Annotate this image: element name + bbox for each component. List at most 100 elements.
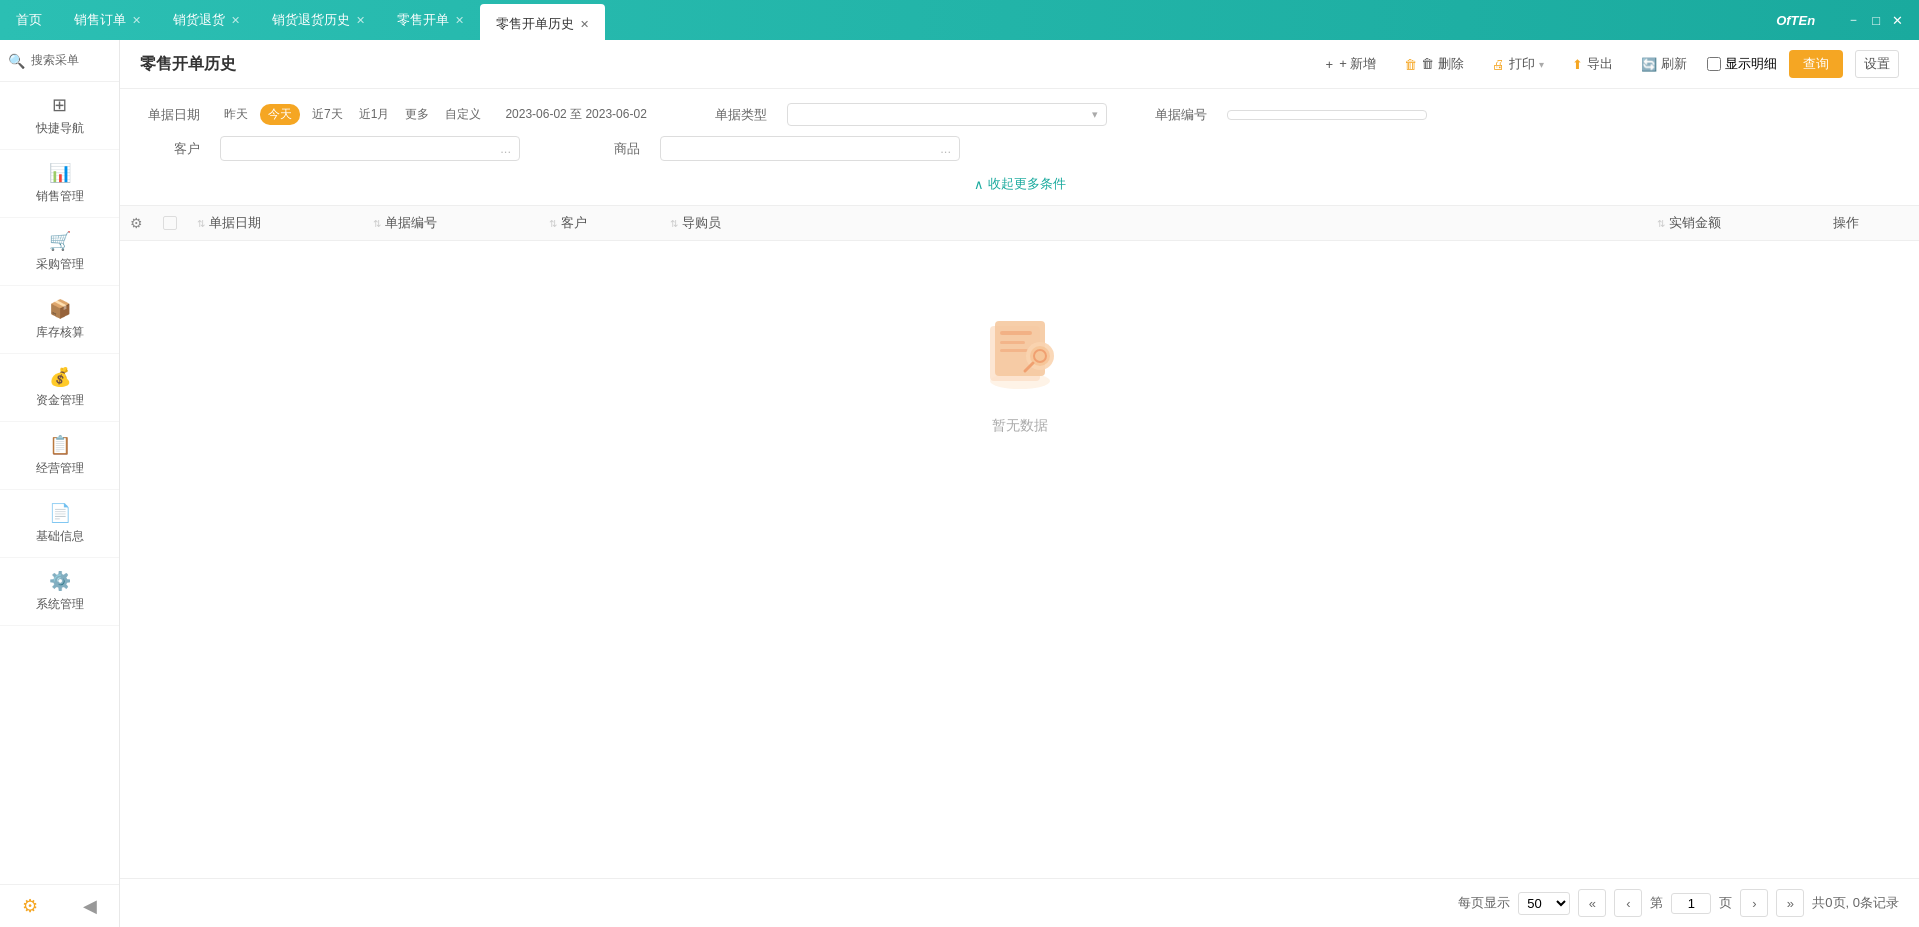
sidebar-label-basic-info: 基础信息	[36, 528, 84, 545]
next-page-icon: ›	[1752, 896, 1756, 911]
doc-type-arrow-icon: ▾	[1092, 108, 1098, 121]
print-arrow-icon: ▾	[1539, 59, 1544, 70]
sidebar-label-sales-mgmt: 销售管理	[36, 188, 84, 205]
sort-date-icon[interactable]: ⇅	[197, 218, 205, 229]
th-customer: ⇅ 客户	[539, 206, 660, 241]
sort-salesperson-icon[interactable]: ⇅	[670, 218, 678, 229]
add-button[interactable]: + + 新增	[1318, 51, 1385, 77]
sidebar-item-finance[interactable]: 💰资金管理	[0, 354, 119, 422]
tab-close-sales-order[interactable]: ✕	[132, 14, 141, 27]
minimize-btn[interactable]: －	[1847, 11, 1860, 29]
close-btn[interactable]: ✕	[1892, 13, 1903, 28]
settings-button[interactable]: 设置	[1855, 50, 1899, 78]
maximize-btn[interactable]: □	[1872, 13, 1880, 28]
collapse-icon: ∧	[974, 177, 984, 192]
last-page-btn[interactable]: »	[1776, 889, 1804, 917]
date-opt-last1m[interactable]: 近1月	[355, 104, 394, 125]
sidebar-bottom: ⚙ ◀	[0, 884, 119, 927]
show-detail-checkbox[interactable]	[1707, 57, 1721, 71]
th-no-label: 单据编号	[385, 214, 437, 232]
settings-icon[interactable]: ⚙	[22, 895, 38, 917]
sidebar-item-sys-mgmt[interactable]: ⚙️系统管理	[0, 558, 119, 626]
empty-text: 暂无数据	[992, 417, 1048, 435]
tab-close-retail-open-history[interactable]: ✕	[580, 18, 589, 31]
search-label: 搜索采单	[31, 52, 79, 69]
print-button[interactable]: 🖨 打印 ▾	[1484, 51, 1552, 77]
top-bar: 首页销售订单✕销货退货✕销货退货历史✕零售开单✕零售开单历史✕ OfTEn － …	[0, 0, 1919, 40]
tab-close-retail-open[interactable]: ✕	[455, 14, 464, 27]
th-amount-label: 实销金额	[1669, 214, 1721, 232]
collapse-sidebar-icon[interactable]: ◀	[83, 895, 97, 917]
customer-dots-icon: ...	[500, 141, 511, 156]
first-page-btn[interactable]: «	[1578, 889, 1606, 917]
select-all-checkbox[interactable]	[163, 216, 177, 230]
sort-customer-icon[interactable]: ⇅	[549, 218, 557, 229]
toolbar-right: + + 新增 🗑 🗑 删除 🖨 打印 ▾ ⬆ 导出 🔄	[1318, 50, 1899, 78]
sidebar-item-inventory[interactable]: 📦库存核算	[0, 286, 119, 354]
collapse-label: 收起更多条件	[988, 175, 1066, 193]
refresh-button[interactable]: 🔄 刷新	[1633, 51, 1695, 77]
table-area: ⚙ ⇅ 单据日期	[120, 206, 1919, 927]
export-button[interactable]: ⬆ 导出	[1564, 51, 1621, 77]
doc-type-select[interactable]: ▾	[787, 103, 1107, 126]
table-container: ⚙ ⇅ 单据日期	[120, 206, 1919, 878]
add-icon: +	[1326, 57, 1334, 72]
tab-label: 销售订单	[74, 11, 126, 29]
tab-home[interactable]: 首页	[0, 0, 58, 40]
sidebar-icon-basic-info: 📄	[49, 502, 71, 524]
page-text-suf: 页	[1719, 894, 1732, 912]
sidebar-label-quick-nav: 快捷导航	[36, 120, 84, 137]
svg-rect-5	[1000, 349, 1028, 352]
table-header-row: ⚙ ⇅ 单据日期	[120, 206, 1919, 241]
content-area: 零售开单历史 + + 新增 🗑 🗑 删除 🖨 打印 ▾ ⬆ 导出	[120, 40, 1919, 927]
sidebar-item-purchase-mgmt[interactable]: 🛒采购管理	[0, 218, 119, 286]
print-icon: 🖨	[1492, 57, 1505, 72]
next-page-btn[interactable]: ›	[1740, 889, 1768, 917]
prev-page-icon: ‹	[1626, 896, 1630, 911]
th-customer-label: 客户	[561, 214, 587, 232]
filter-row-2: 客户 ... 商品 ...	[140, 136, 1899, 161]
column-settings-icon[interactable]: ⚙	[130, 215, 143, 231]
date-opt-today[interactable]: 今天	[260, 104, 300, 125]
th-action: 操作	[1823, 206, 1919, 241]
sidebar-item-basic-info[interactable]: 📄 基础信息	[0, 490, 119, 558]
filter-area: 单据日期 昨天今天近7天近1月更多自定义 2023-06-02 至 2023-0…	[120, 89, 1919, 206]
product-input[interactable]: ...	[660, 136, 960, 161]
sort-no-icon[interactable]: ⇅	[373, 218, 381, 229]
tab-label: 零售开单历史	[496, 15, 574, 33]
tab-close-sales-return-history[interactable]: ✕	[356, 14, 365, 27]
date-opt-custom[interactable]: 自定义	[441, 104, 485, 125]
current-page-input[interactable]	[1671, 893, 1711, 914]
th-salesperson-label: 导购员	[682, 214, 721, 232]
th-date: ⇅ 单据日期	[187, 206, 363, 241]
tab-close-sales-return[interactable]: ✕	[231, 14, 240, 27]
per-page-select[interactable]: 50 100 200	[1518, 892, 1570, 915]
sidebar-label-inventory: 库存核算	[36, 324, 84, 341]
sidebar-icon-finance: 💰	[49, 366, 71, 388]
doc-no-input[interactable]	[1227, 110, 1427, 120]
prev-page-btn[interactable]: ‹	[1614, 889, 1642, 917]
main-layout: 🔍 搜索采单 ⊞快捷导航📊销售管理🛒采购管理📦库存核算💰资金管理📋经营管理 📄 基础…	[0, 40, 1919, 927]
date-opt-yesterday[interactable]: 昨天	[220, 104, 252, 125]
tab-retail-open[interactable]: 零售开单✕	[381, 0, 480, 40]
product-dots-icon: ...	[940, 141, 951, 156]
tab-sales-return[interactable]: 销货退货✕	[157, 0, 256, 40]
tab-retail-open-history[interactable]: 零售开单历史 ✕	[480, 4, 605, 44]
product-label: 商品	[580, 140, 640, 158]
sidebar-search[interactable]: 🔍 搜索采单	[0, 40, 119, 82]
tab-sales-order[interactable]: 销售订单 ✕	[58, 0, 157, 40]
collapse-more-btn[interactable]: ∧ 收起更多条件	[140, 171, 1899, 197]
doc-no-label: 单据编号	[1147, 106, 1207, 124]
sort-amount-icon[interactable]: ⇅	[1657, 218, 1665, 229]
sidebar-item-operation[interactable]: 📋经营管理	[0, 422, 119, 490]
sidebar-item-quick-nav[interactable]: ⊞快捷导航	[0, 82, 119, 150]
date-opt-last7[interactable]: 近7天	[308, 104, 347, 125]
tab-sales-return-history[interactable]: 销货退货历史 ✕	[256, 0, 381, 40]
tab-label: 销货退货历史	[272, 11, 350, 29]
sidebar-item-sales-mgmt[interactable]: 📊销售管理	[0, 150, 119, 218]
date-opt-more[interactable]: 更多	[401, 104, 433, 125]
query-button[interactable]: 查询	[1789, 50, 1843, 78]
delete-button[interactable]: 🗑 🗑 删除	[1396, 51, 1472, 77]
customer-input[interactable]: ...	[220, 136, 520, 161]
show-detail-option[interactable]: 显示明细	[1707, 55, 1777, 73]
